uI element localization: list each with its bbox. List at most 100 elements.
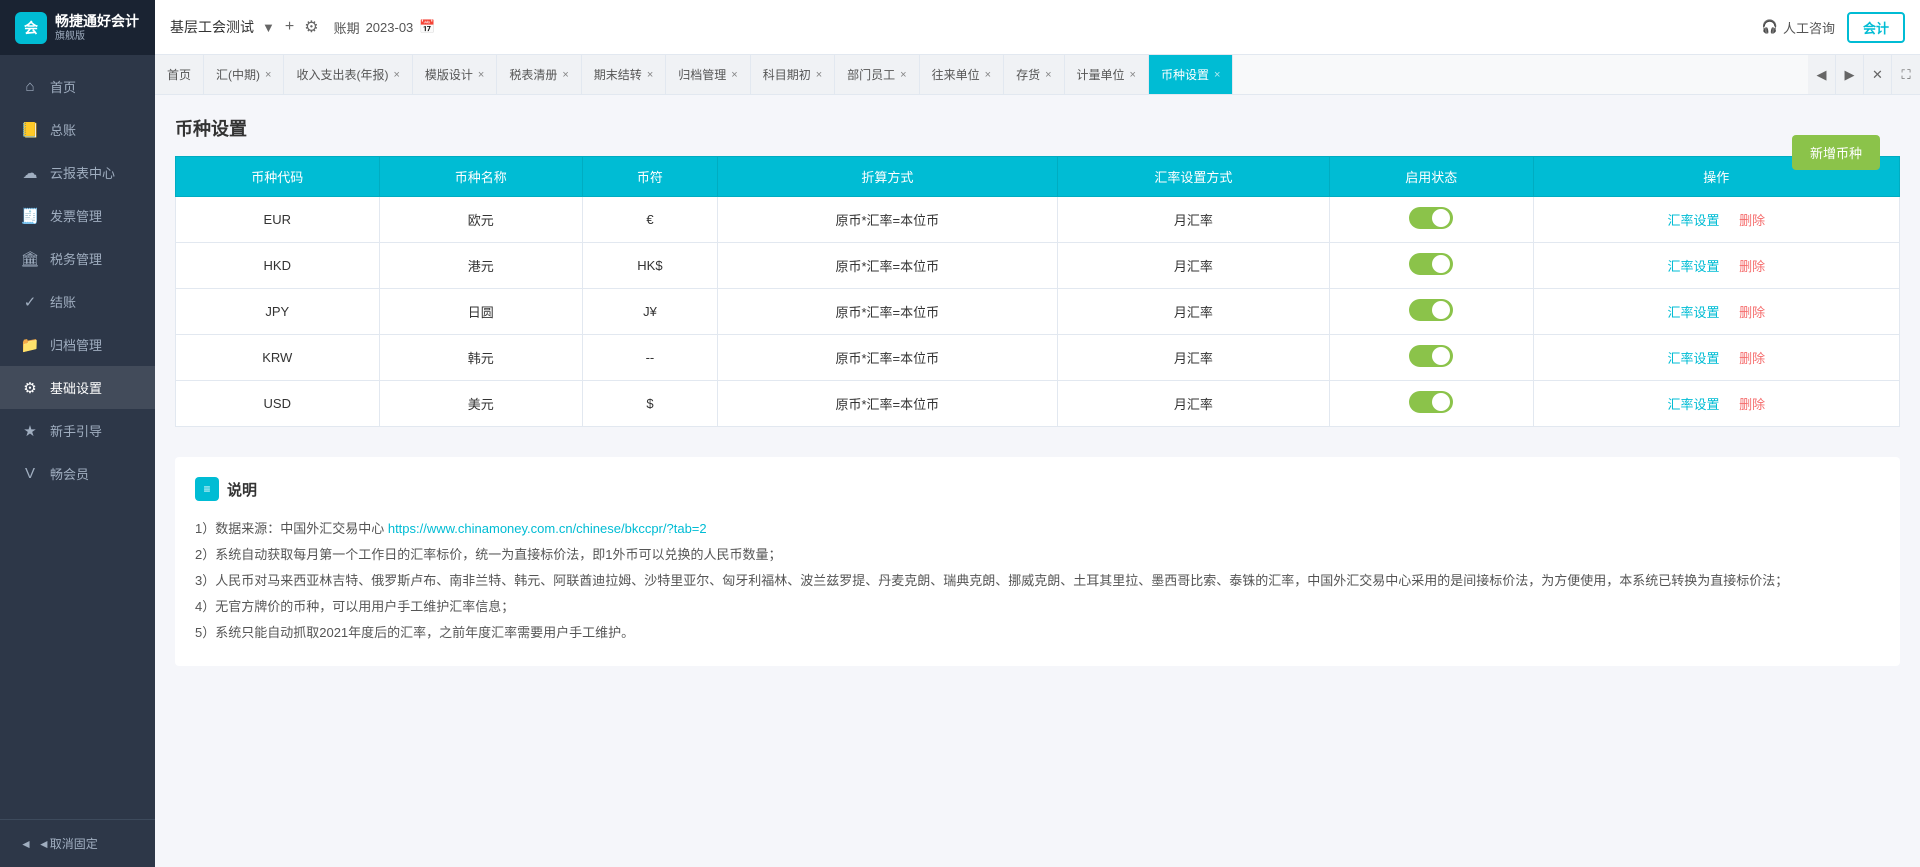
sidebar-item-settings[interactable]: ⚙ 基础设置 — [0, 366, 155, 409]
cell-status — [1330, 197, 1534, 243]
cell-name: 欧元 — [379, 197, 583, 243]
rate-setting-link[interactable]: 汇率设置 — [1667, 305, 1719, 320]
calendar-icon[interactable]: 📅 — [419, 19, 435, 35]
cell-symbol: -- — [583, 335, 718, 381]
notes-item: 3）人民币对马来西亚林吉特、俄罗斯卢布、南非兰特、韩元、阿联酋迪拉姆、沙特里亚尔… — [195, 568, 1880, 594]
notes-link[interactable]: https://www.chinamoney.com.cn/chinese/bk… — [388, 521, 707, 536]
period-label: 账期 — [334, 18, 360, 37]
rate-setting-link[interactable]: 汇率设置 — [1667, 397, 1719, 412]
tab-close-dept[interactable]: × — [900, 69, 906, 81]
sidebar-pin-toggle[interactable]: ◄ ◄取消固定 — [0, 819, 155, 867]
tab-dept[interactable]: 部门员工 × — [835, 55, 919, 95]
sidebar-item-reports[interactable]: ☁ 云报表中心 — [0, 151, 155, 194]
cell-symbol: $ — [583, 381, 718, 427]
table-row: JPY 日圆 J¥ 原币*汇率=本位币 月汇率 汇率设置 删除 — [176, 289, 1900, 335]
cell-calc: 原币*汇率=本位币 — [717, 335, 1057, 381]
notes-icon: ≡ — [195, 477, 219, 501]
tab-close-inventory[interactable]: × — [1045, 69, 1051, 81]
tab-close-archive[interactable]: × — [731, 69, 737, 81]
sidebar-item-guide[interactable]: ★ 新手引导 — [0, 409, 155, 452]
table-row: KRW 韩元 -- 原币*汇率=本位币 月汇率 汇率设置 删除 — [176, 335, 1900, 381]
tab-expand-btn[interactable]: ⛶ — [1892, 55, 1920, 95]
sidebar-item-settle[interactable]: ✓ 结账 — [0, 280, 155, 323]
cell-name: 港元 — [379, 243, 583, 289]
tab-close-subject[interactable]: × — [816, 69, 822, 81]
notes-item: 5）系统只能自动抓取2021年度后的汇率，之前年度汇率需要用户手工维护。 — [195, 620, 1880, 646]
toggle-switch[interactable] — [1409, 345, 1453, 367]
tab-unit[interactable]: 计量单位 × — [1065, 55, 1149, 95]
cell-code: HKD — [176, 243, 380, 289]
toggle-switch[interactable] — [1409, 253, 1453, 275]
cell-rate-type: 月汇率 — [1057, 289, 1329, 335]
col-calc: 折算方式 — [717, 157, 1057, 197]
app-logo-icon: 会 — [15, 12, 47, 44]
topbar-right: 🎧 人工咨询 会计 — [1762, 12, 1905, 43]
toggle-switch[interactable] — [1409, 391, 1453, 413]
sidebar-item-tax[interactable]: 🏛 税务管理 — [0, 237, 155, 280]
tab-template[interactable]: 模版设计 × — [413, 55, 497, 95]
tab-close-unit[interactable]: × — [1130, 69, 1136, 81]
delete-link[interactable]: 删除 — [1739, 259, 1765, 274]
settings-gear-icon[interactable]: ⚙ — [304, 17, 318, 37]
sidebar-nav: ⌂ 首页 📒 总账 ☁ 云报表中心 🧾 发票管理 🏛 税务管理 ✓ 结账 📁 归… — [0, 55, 155, 819]
sidebar-item-archive[interactable]: 📁 归档管理 — [0, 323, 155, 366]
tab-close-taxform[interactable]: × — [562, 69, 568, 81]
tab-close-period-end[interactable]: × — [647, 69, 653, 81]
delete-link[interactable]: 删除 — [1739, 351, 1765, 366]
rate-setting-link[interactable]: 汇率设置 — [1667, 351, 1719, 366]
col-name: 币种名称 — [379, 157, 583, 197]
cell-calc: 原币*汇率=本位币 — [717, 197, 1057, 243]
tab-close-template[interactable]: × — [478, 69, 484, 81]
delete-link[interactable]: 删除 — [1739, 213, 1765, 228]
tab-partner[interactable]: 往来单位 × — [920, 55, 1004, 95]
tab-inventory[interactable]: 存货 × — [1004, 55, 1064, 95]
support-btn[interactable]: 🎧 人工咨询 — [1762, 18, 1835, 37]
tab-next-btn[interactable]: ▶ — [1836, 55, 1864, 95]
cell-status — [1330, 381, 1534, 427]
rate-setting-link[interactable]: 汇率设置 — [1667, 259, 1719, 274]
toggle-switch[interactable] — [1409, 299, 1453, 321]
col-code: 币种代码 — [176, 157, 380, 197]
sidebar-item-invoice[interactable]: 🧾 发票管理 — [0, 194, 155, 237]
tab-close-partner[interactable]: × — [985, 69, 991, 81]
tab-interim[interactable]: 汇(中期) × — [204, 55, 284, 95]
tab-prev-btn[interactable]: ◀ — [1808, 55, 1836, 95]
sidebar-item-label: 结账 — [50, 292, 76, 311]
tab-close-annual[interactable]: × — [393, 69, 399, 81]
sidebar-item-home[interactable]: ⌂ 首页 — [0, 65, 155, 108]
tab-home[interactable]: 首页 — [155, 55, 204, 95]
notes-section: ≡ 说明 1）数据来源：中国外汇交易中心 https://www.chinamo… — [175, 457, 1900, 666]
topbar-project: 基层工会测试 ▼ — [170, 17, 275, 37]
tab-close-currency[interactable]: × — [1214, 69, 1220, 81]
tab-annual[interactable]: 收入支出表(年报) × — [284, 55, 412, 95]
project-dropdown-icon[interactable]: ▼ — [262, 20, 275, 35]
main-content: 币种设置 新增币种 币种代码 币种名称 币符 折算方式 汇率设置方式 启用状态 … — [155, 95, 1920, 867]
delete-link[interactable]: 删除 — [1739, 397, 1765, 412]
col-rate-type: 汇率设置方式 — [1057, 157, 1329, 197]
cell-code: EUR — [176, 197, 380, 243]
tab-taxform[interactable]: 税表清册 × — [497, 55, 581, 95]
tab-close-interim[interactable]: × — [265, 69, 271, 81]
sidebar-item-member[interactable]: V 畅会员 — [0, 452, 155, 495]
ledger-icon: 📒 — [20, 121, 40, 139]
tab-subject[interactable]: 科目期初 × — [751, 55, 835, 95]
sidebar-item-ledger[interactable]: 📒 总账 — [0, 108, 155, 151]
add-project-icon[interactable]: + — [285, 18, 294, 36]
toggle-circle — [1432, 209, 1450, 227]
col-symbol: 币符 — [583, 157, 718, 197]
tab-currency[interactable]: 币种设置 × — [1149, 55, 1233, 95]
sidebar-item-label: 税务管理 — [50, 249, 102, 268]
kuaiji-button[interactable]: 会计 — [1847, 12, 1905, 43]
tabbar: 首页 汇(中期) × 收入支出表(年报) × 模版设计 × 税表清册 × 期末结… — [155, 55, 1920, 95]
delete-link[interactable]: 删除 — [1739, 305, 1765, 320]
tab-close-all-btn[interactable]: ✕ — [1864, 55, 1892, 95]
cell-status — [1330, 289, 1534, 335]
rate-setting-link[interactable]: 汇率设置 — [1667, 213, 1719, 228]
tab-archive[interactable]: 归档管理 × — [666, 55, 750, 95]
topbar-actions: + ⚙ — [285, 17, 319, 37]
toggle-switch[interactable] — [1409, 207, 1453, 229]
new-currency-button[interactable]: 新增币种 — [1792, 135, 1880, 170]
tab-period-end[interactable]: 期末结转 × — [582, 55, 666, 95]
sidebar-item-label: 畅会员 — [50, 464, 89, 483]
cell-code: USD — [176, 381, 380, 427]
